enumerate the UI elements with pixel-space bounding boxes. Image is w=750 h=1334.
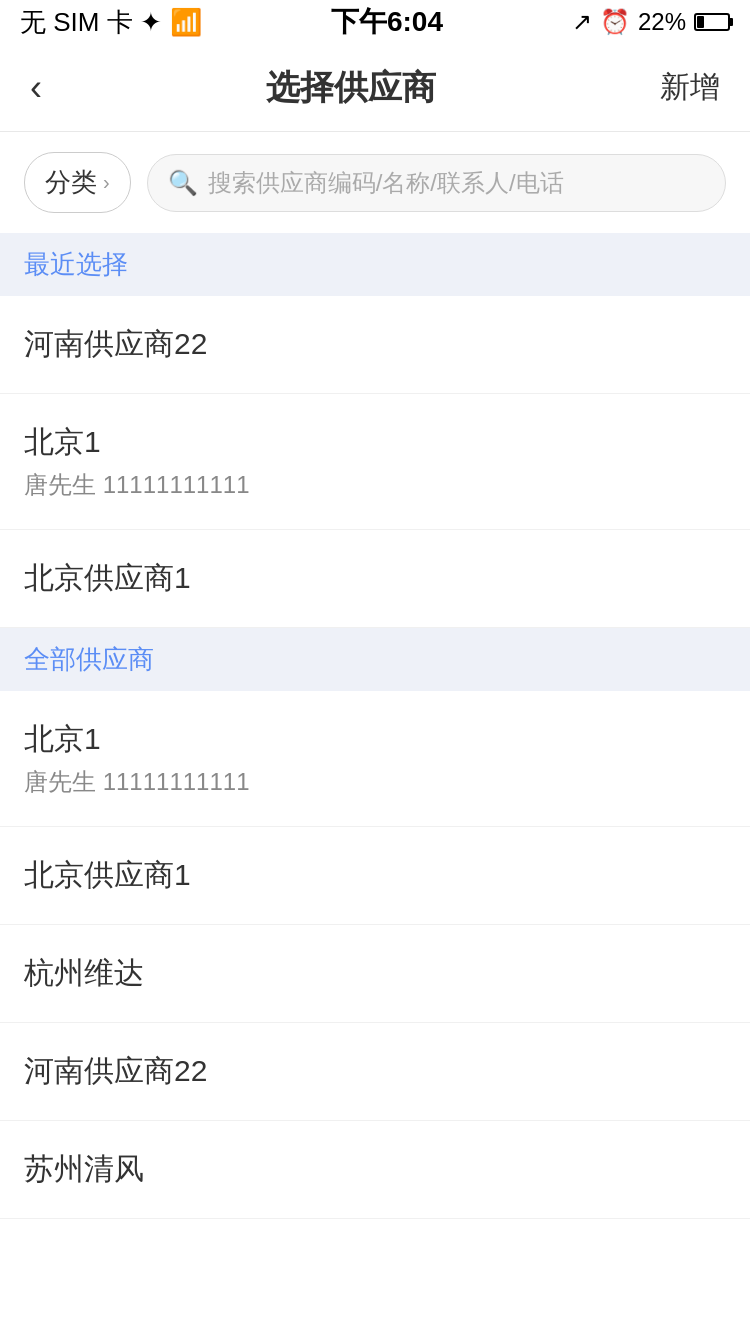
back-button[interactable]: ‹ (20, 57, 52, 119)
list-item[interactable]: 北京1 唐先生 11111111111 (0, 394, 750, 530)
item-name: 北京供应商1 (24, 855, 726, 896)
status-bar: 无 SIM 卡 ✦ 📶 下午6:04 ↗ ⏰ 22% (0, 0, 750, 44)
location-icon: ↗ (572, 8, 592, 36)
battery-percent: 22% (638, 8, 686, 36)
item-name: 北京供应商1 (24, 558, 726, 599)
recent-list: 河南供应商22 北京1 唐先生 11111111111 北京供应商1 (0, 296, 750, 628)
filter-bar: 分类 › 🔍 搜索供应商编码/名称/联系人/电话 (0, 132, 750, 233)
battery-icon (694, 13, 730, 31)
sim-status: 无 SIM 卡 ✦ (20, 5, 162, 40)
all-section-header: 全部供应商 (0, 628, 750, 691)
search-bar[interactable]: 🔍 搜索供应商编码/名称/联系人/电话 (147, 154, 726, 212)
list-item[interactable]: 河南供应商22 (0, 1023, 750, 1121)
all-list: 北京1 唐先生 11111111111 北京供应商1 杭州维达河南供应商22 苏州清风 (0, 691, 750, 1219)
list-item[interactable]: 杭州维达 (0, 925, 750, 1023)
chevron-icon: › (103, 171, 110, 194)
item-name: 北京1 (24, 422, 726, 463)
recent-section-header: 最近选择 (0, 233, 750, 296)
item-sub: 唐先生 11111111111 (24, 766, 726, 798)
wifi-icon: 📶 (170, 7, 202, 38)
item-name: 杭州维达 (24, 953, 726, 994)
nav-bar: ‹ 选择供应商 新增 (0, 44, 750, 132)
item-name: 河南供应商22 (24, 324, 726, 365)
list-item[interactable]: 北京1 唐先生 11111111111 (0, 691, 750, 827)
status-left: 无 SIM 卡 ✦ 📶 (20, 5, 202, 40)
list-item[interactable]: 北京供应商1 (0, 827, 750, 925)
list-item[interactable]: 河南供应商22 (0, 296, 750, 394)
add-button[interactable]: 新增 (650, 57, 730, 118)
all-section-label: 全部供应商 (24, 644, 154, 674)
item-name: 北京1 (24, 719, 726, 760)
category-label: 分类 (45, 165, 97, 200)
list-item[interactable]: 北京供应商1 (0, 530, 750, 628)
search-placeholder: 搜索供应商编码/名称/联系人/电话 (208, 167, 564, 199)
status-right: ↗ ⏰ 22% (572, 8, 730, 36)
list-item[interactable]: 苏州清风 (0, 1121, 750, 1219)
category-button[interactable]: 分类 › (24, 152, 131, 213)
status-time: 下午6:04 (331, 3, 443, 41)
item-name: 河南供应商22 (24, 1051, 726, 1092)
item-sub: 唐先生 11111111111 (24, 469, 726, 501)
page-title: 选择供应商 (266, 65, 436, 111)
search-icon: 🔍 (168, 169, 198, 197)
item-name: 苏州清风 (24, 1149, 726, 1190)
recent-section-label: 最近选择 (24, 249, 128, 279)
alarm-icon: ⏰ (600, 8, 630, 36)
